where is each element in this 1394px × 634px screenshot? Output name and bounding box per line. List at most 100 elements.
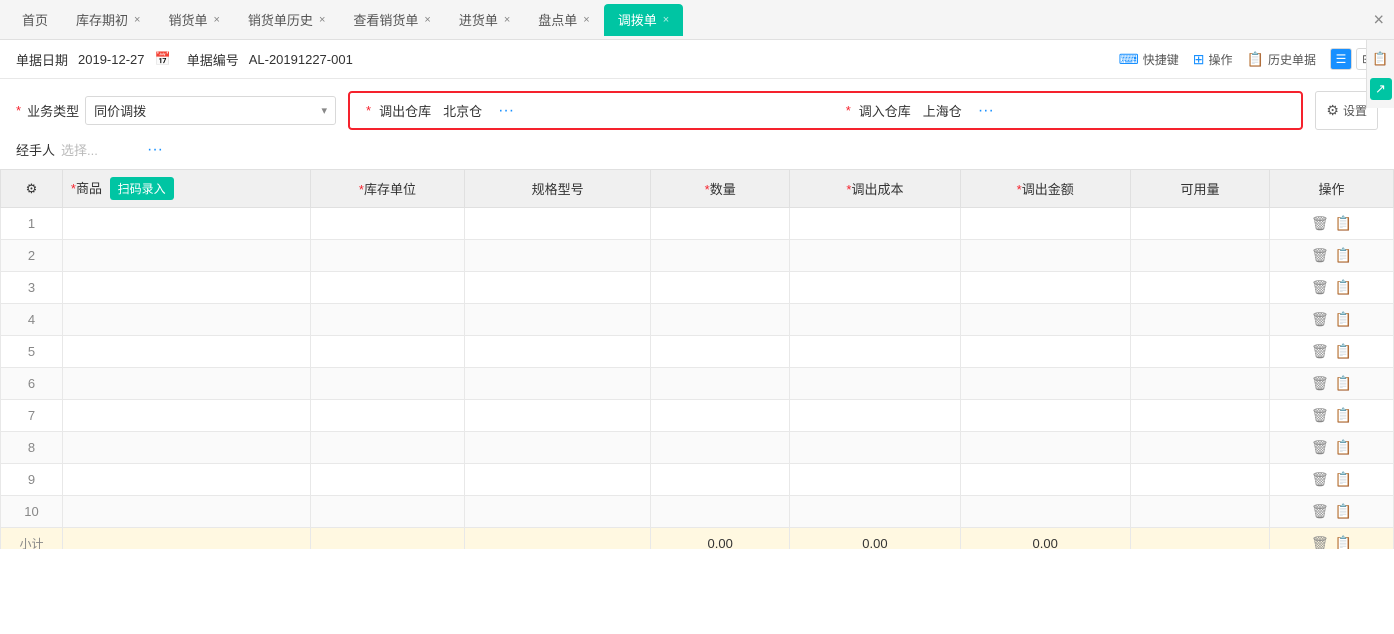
available-cell-8[interactable] — [1130, 432, 1269, 464]
unit-cell-6[interactable] — [310, 368, 465, 400]
cost-cell-9[interactable] — [790, 464, 960, 496]
product-cell-7[interactable] — [62, 400, 310, 432]
spec-cell-6[interactable] — [465, 368, 651, 400]
unit-cell-9[interactable] — [310, 464, 465, 496]
spec-cell-9[interactable] — [465, 464, 651, 496]
available-cell-5[interactable] — [1130, 336, 1269, 368]
close-tab-inventory-init[interactable]: × — [134, 14, 140, 26]
copy-row-10-icon[interactable]: 📋 — [1335, 503, 1352, 520]
wh-out-more-button[interactable]: ··· — [498, 102, 514, 120]
product-cell-9[interactable] — [62, 464, 310, 496]
operation-button[interactable]: ⊞ 操作 — [1193, 51, 1233, 68]
cost-cell-3[interactable] — [790, 272, 960, 304]
delete-row-5-icon[interactable]: 🗑 — [1311, 343, 1329, 360]
delete-row-1-icon[interactable]: 🗑 — [1311, 215, 1329, 232]
cost-cell-2[interactable] — [790, 240, 960, 272]
spec-cell-1[interactable] — [465, 208, 651, 240]
amount-cell-5[interactable] — [960, 336, 1130, 368]
available-cell-9[interactable] — [1130, 464, 1269, 496]
delete-row-10-icon[interactable]: 🗑 — [1311, 503, 1329, 520]
cost-cell-4[interactable] — [790, 304, 960, 336]
cost-cell-1[interactable] — [790, 208, 960, 240]
available-cell-2[interactable] — [1130, 240, 1269, 272]
amount-cell-9[interactable] — [960, 464, 1130, 496]
product-cell-10[interactable] — [62, 496, 310, 528]
close-tab-sales-order[interactable]: × — [213, 14, 219, 26]
close-tab-transfer-order[interactable]: × — [663, 14, 669, 26]
delete-row-7-icon[interactable]: 🗑 — [1311, 407, 1329, 424]
qty-cell-3[interactable] — [651, 272, 790, 304]
delete-subtotal-icon[interactable]: 🗑 — [1311, 535, 1329, 549]
delete-row-8-icon[interactable]: 🗑 — [1311, 439, 1329, 456]
qty-cell-5[interactable] — [651, 336, 790, 368]
amount-cell-3[interactable] — [960, 272, 1130, 304]
close-tab-inventory-check[interactable]: × — [583, 14, 589, 26]
amount-cell-6[interactable] — [960, 368, 1130, 400]
th-gear[interactable]: ⚙ — [1, 170, 63, 208]
tab-purchase-order[interactable]: 进货单 × — [445, 4, 524, 36]
unit-cell-1[interactable] — [310, 208, 465, 240]
sidebar-expand-icon[interactable]: ↗ — [1370, 78, 1392, 100]
tab-home[interactable]: 首页 — [8, 4, 62, 36]
qty-cell-9[interactable] — [651, 464, 790, 496]
product-cell-6[interactable] — [62, 368, 310, 400]
tab-sales-history[interactable]: 销货单历史 × — [234, 4, 339, 36]
tab-inventory-check[interactable]: 盘点单 × — [524, 4, 603, 36]
product-cell-4[interactable] — [62, 304, 310, 336]
product-cell-1[interactable] — [62, 208, 310, 240]
spec-cell-5[interactable] — [465, 336, 651, 368]
unit-cell-8[interactable] — [310, 432, 465, 464]
spec-cell-8[interactable] — [465, 432, 651, 464]
unit-cell-2[interactable] — [310, 240, 465, 272]
qty-cell-6[interactable] — [651, 368, 790, 400]
product-cell-2[interactable] — [62, 240, 310, 272]
copy-row-4-icon[interactable]: 📋 — [1335, 311, 1352, 328]
scan-input-button[interactable]: 扫码录入 — [110, 177, 174, 200]
delete-row-6-icon[interactable]: 🗑 — [1311, 375, 1329, 392]
unit-cell-7[interactable] — [310, 400, 465, 432]
amount-cell-7[interactable] — [960, 400, 1130, 432]
business-type-select[interactable]: 同价调拨 ▾ — [85, 96, 336, 125]
copy-row-3-icon[interactable]: 📋 — [1335, 279, 1352, 296]
handler-more-button[interactable]: ··· — [147, 141, 163, 159]
copy-row-1-icon[interactable]: 📋 — [1335, 215, 1352, 232]
spec-cell-7[interactable] — [465, 400, 651, 432]
unit-cell-3[interactable] — [310, 272, 465, 304]
cost-cell-8[interactable] — [790, 432, 960, 464]
available-cell-6[interactable] — [1130, 368, 1269, 400]
delete-row-9-icon[interactable]: 🗑 — [1311, 471, 1329, 488]
qty-cell-4[interactable] — [651, 304, 790, 336]
qty-cell-7[interactable] — [651, 400, 790, 432]
cost-cell-6[interactable] — [790, 368, 960, 400]
available-cell-3[interactable] — [1130, 272, 1269, 304]
handler-input[interactable]: 选择... — [61, 140, 141, 159]
copy-row-9-icon[interactable]: 📋 — [1335, 471, 1352, 488]
spec-cell-4[interactable] — [465, 304, 651, 336]
close-tab-purchase-order[interactable]: × — [504, 14, 510, 26]
tab-inventory-init[interactable]: 库存期初 × — [62, 4, 154, 36]
spec-cell-2[interactable] — [465, 240, 651, 272]
delete-row-2-icon[interactable]: 🗑 — [1311, 247, 1329, 264]
unit-cell-5[interactable] — [310, 336, 465, 368]
delete-row-4-icon[interactable]: 🗑 — [1311, 311, 1329, 328]
sidebar-notes-icon[interactable]: 📋 — [1370, 48, 1392, 70]
tab-transfer-order[interactable]: 调拨单 × — [604, 4, 683, 36]
copy-row-2-icon[interactable]: 📋 — [1335, 247, 1352, 264]
tab-sales-order[interactable]: 销货单 × — [154, 4, 233, 36]
copy-row-5-icon[interactable]: 📋 — [1335, 343, 1352, 360]
available-cell-10[interactable] — [1130, 496, 1269, 528]
qty-cell-1[interactable] — [651, 208, 790, 240]
available-cell-4[interactable] — [1130, 304, 1269, 336]
amount-cell-10[interactable] — [960, 496, 1130, 528]
close-tab-check-sales[interactable]: × — [424, 14, 430, 26]
unit-cell-4[interactable] — [310, 304, 465, 336]
product-cell-8[interactable] — [62, 432, 310, 464]
view-toggle-list[interactable]: ☰ — [1330, 48, 1352, 70]
copy-row-6-icon[interactable]: 📋 — [1335, 375, 1352, 392]
available-cell-7[interactable] — [1130, 400, 1269, 432]
qty-cell-8[interactable] — [651, 432, 790, 464]
delete-row-3-icon[interactable]: 🗑 — [1311, 279, 1329, 296]
history-button[interactable]: 📋 历史单据 — [1247, 51, 1316, 68]
close-tab-sales-history[interactable]: × — [319, 14, 325, 26]
wh-in-more-button[interactable]: ··· — [978, 102, 994, 120]
